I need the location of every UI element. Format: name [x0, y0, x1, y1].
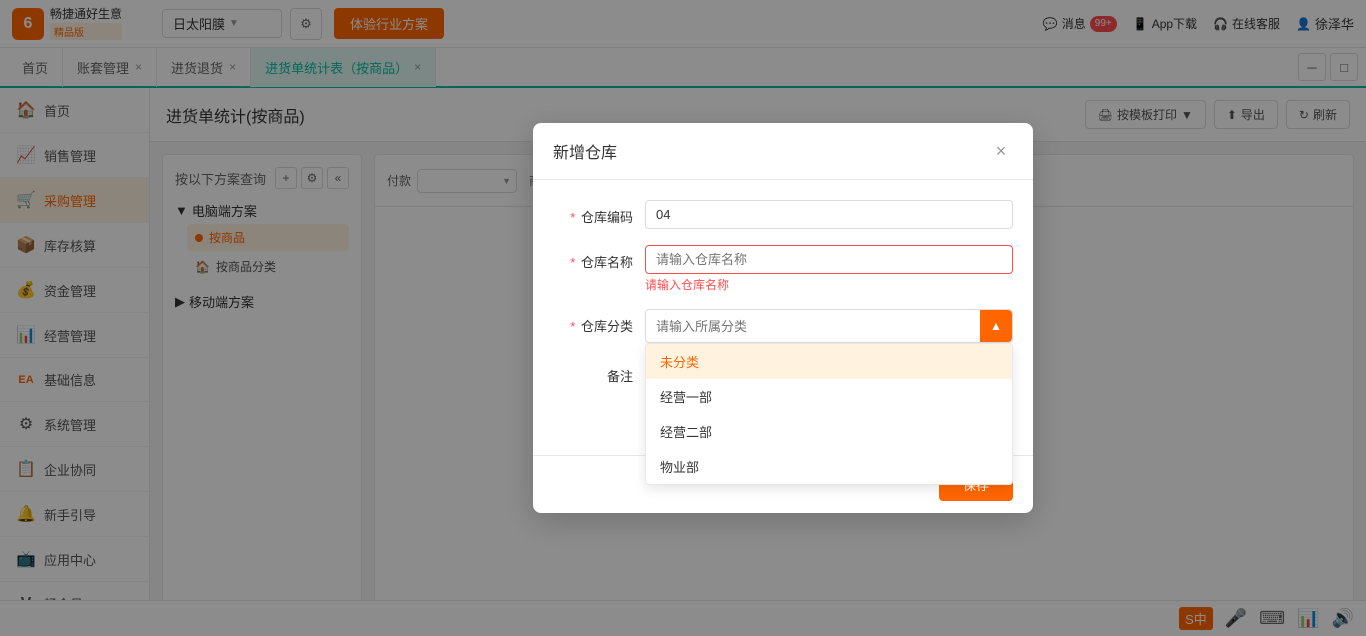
modal-title: 新增仓库 [553, 139, 617, 163]
dropdown-item-3[interactable]: 物业部 [646, 449, 1012, 484]
dropdown-item-0[interactable]: 未分类 [646, 344, 1012, 379]
modal-body: * 仓库编码 * 仓库名称 请输入仓库名称 * 仓库分类 [533, 180, 1033, 455]
modal-close-button[interactable]: × [989, 139, 1013, 163]
category-dropdown-wrapper: ▲ 未分类 经营一部 经营二部 物业部 [645, 309, 1013, 343]
add-warehouse-modal: 新增仓库 × * 仓库编码 * 仓库名称 请输入仓库名称 * [533, 123, 1033, 513]
notes-label: 备注 [553, 359, 633, 385]
code-input[interactable] [645, 200, 1013, 229]
modal-header: 新增仓库 × [533, 123, 1033, 180]
category-field-row: * 仓库分类 ▲ 未分类 经营一部 经营二部 物业部 [553, 309, 1013, 343]
name-error-msg: 请输入仓库名称 [645, 276, 1013, 293]
category-label: * 仓库分类 [553, 309, 633, 335]
dropdown-item-1[interactable]: 经营一部 [646, 379, 1012, 414]
name-label: * 仓库名称 [553, 245, 633, 271]
code-label: * 仓库编码 [553, 200, 633, 226]
category-dropdown-list: 未分类 经营一部 经营二部 物业部 [645, 343, 1013, 485]
dropdown-item-2[interactable]: 经营二部 [646, 414, 1012, 449]
name-field-wrapper: 请输入仓库名称 [645, 245, 1013, 293]
name-input[interactable] [645, 245, 1013, 274]
category-input[interactable] [646, 313, 980, 340]
name-field-row: * 仓库名称 请输入仓库名称 [553, 245, 1013, 293]
category-toggle-btn[interactable]: ▲ [980, 310, 1012, 342]
code-field-row: * 仓库编码 [553, 200, 1013, 229]
category-input-row: ▲ [645, 309, 1013, 343]
